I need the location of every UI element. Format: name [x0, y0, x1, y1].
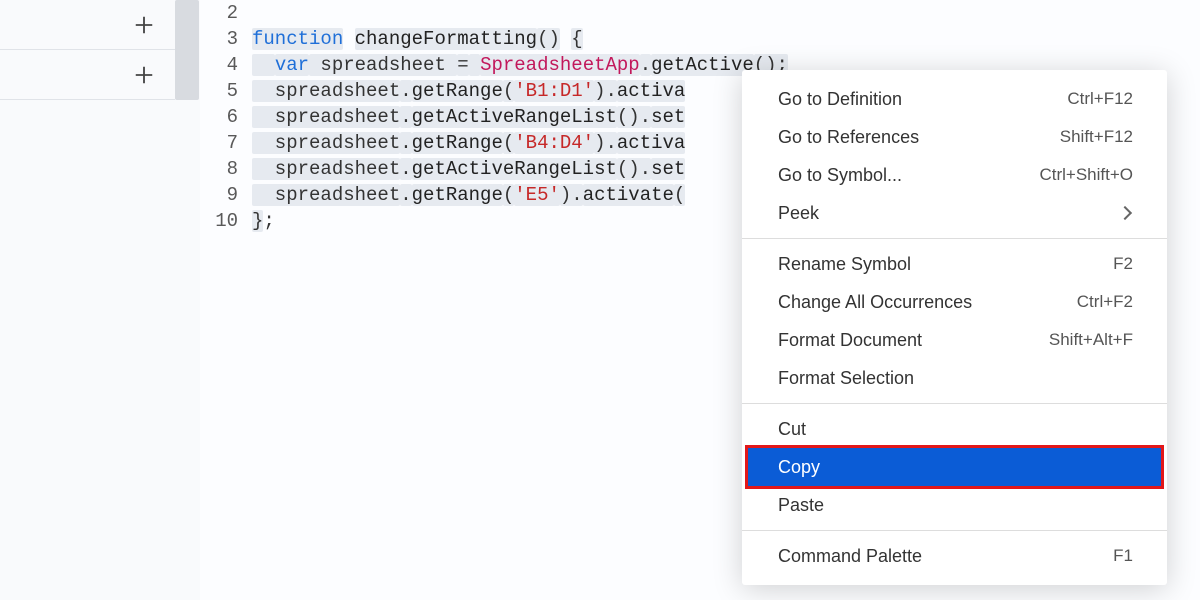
menu-item-shortcut: Ctrl+F12 — [1067, 89, 1133, 109]
menu-item-copy[interactable]: Copy — [748, 448, 1161, 486]
menu-item-label: Copy — [778, 457, 820, 478]
line-number: 6 — [200, 104, 252, 130]
menu-item-label: Cut — [778, 419, 806, 440]
menu-item-label: Format Selection — [778, 368, 914, 389]
add-button-1[interactable] — [0, 0, 175, 50]
menu-item-label: Format Document — [778, 330, 922, 351]
menu-item-format-selection[interactable]: Format Selection — [742, 359, 1167, 397]
code-content[interactable] — [252, 0, 1200, 26]
menu-item-shortcut: Shift+Alt+F — [1049, 330, 1133, 350]
scrollbar-handle[interactable] — [175, 0, 199, 100]
menu-item-paste[interactable]: Paste — [742, 486, 1167, 524]
menu-item-shortcut: Ctrl+Shift+O — [1039, 165, 1133, 185]
line-number: 8 — [200, 156, 252, 182]
menu-item-command-palette[interactable]: Command Palette F1 — [742, 537, 1167, 575]
menu-item-rename-symbol[interactable]: Rename Symbol F2 — [742, 245, 1167, 283]
menu-item-peek[interactable]: Peek — [742, 194, 1167, 232]
code-content[interactable]: function changeFormatting() { — [252, 26, 1200, 52]
menu-item-label: Command Palette — [778, 546, 922, 567]
menu-item-shortcut: F1 — [1113, 546, 1133, 566]
code-line[interactable]: 3function changeFormatting() { — [200, 26, 1200, 52]
menu-separator — [742, 403, 1167, 404]
menu-separator — [742, 530, 1167, 531]
menu-item-format-document[interactable]: Format Document Shift+Alt+F — [742, 321, 1167, 359]
menu-separator — [742, 238, 1167, 239]
menu-item-cut[interactable]: Cut — [742, 410, 1167, 448]
line-number: 4 — [200, 52, 252, 78]
menu-item-change-all-occurrences[interactable]: Change All Occurrences Ctrl+F2 — [742, 283, 1167, 321]
line-number: 3 — [200, 26, 252, 52]
add-button-2[interactable] — [0, 50, 175, 100]
plus-icon — [133, 14, 155, 36]
menu-item-shortcut: Shift+F12 — [1060, 127, 1133, 147]
code-line[interactable]: 2 — [200, 0, 1200, 26]
menu-item-go-to-definition[interactable]: Go to Definition Ctrl+F12 — [742, 80, 1167, 118]
menu-item-go-to-references[interactable]: Go to References Shift+F12 — [742, 118, 1167, 156]
chevron-right-icon — [1118, 206, 1132, 220]
menu-item-label: Go to References — [778, 127, 919, 148]
line-number: 10 — [200, 208, 252, 234]
line-number: 2 — [200, 0, 252, 26]
menu-item-label: Go to Symbol... — [778, 165, 902, 186]
context-menu: Go to Definition Ctrl+F12 Go to References… — [742, 70, 1167, 585]
plus-icon — [133, 64, 155, 86]
menu-item-go-to-symbol[interactable]: Go to Symbol... Ctrl+Shift+O — [742, 156, 1167, 194]
sidebar-left — [0, 0, 175, 600]
menu-item-label: Peek — [778, 203, 819, 224]
menu-item-shortcut: Ctrl+F2 — [1077, 292, 1133, 312]
menu-item-label: Rename Symbol — [778, 254, 911, 275]
line-number: 5 — [200, 78, 252, 104]
menu-item-label: Paste — [778, 495, 824, 516]
line-number: 7 — [200, 130, 252, 156]
menu-item-label: Go to Definition — [778, 89, 902, 110]
menu-item-shortcut: F2 — [1113, 254, 1133, 274]
line-number: 9 — [200, 182, 252, 208]
menu-item-label: Change All Occurrences — [778, 292, 972, 313]
